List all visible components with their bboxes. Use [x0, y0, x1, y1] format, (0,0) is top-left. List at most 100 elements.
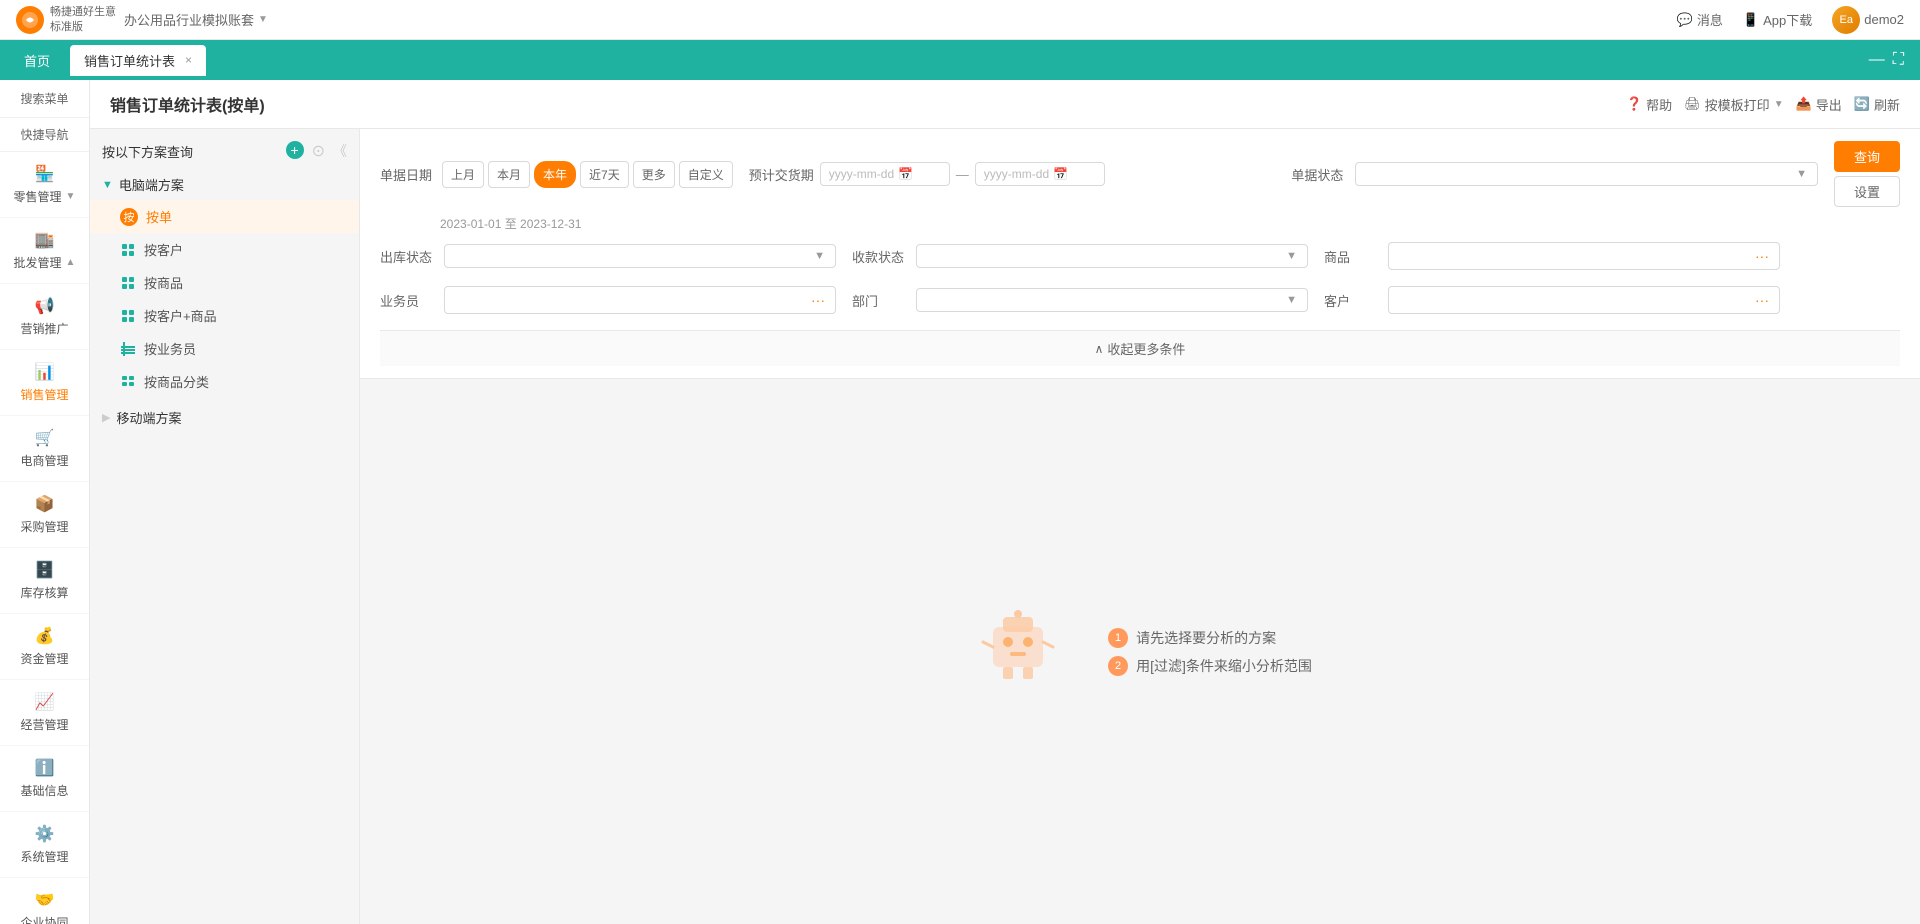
status-select[interactable]: ▼	[1355, 162, 1818, 186]
customer-label: 客户	[1324, 291, 1380, 310]
filter-status-item: 单据状态 ▼	[1291, 162, 1818, 186]
scheme-item-by-customer-goods[interactable]: 按客户+商品	[90, 299, 359, 332]
marketing-label: 营销推广	[20, 320, 68, 337]
date-btn-current[interactable]: 本月	[488, 161, 530, 188]
delivery-status-label: 出库状态	[380, 247, 436, 266]
start-date-input[interactable]: yyyy-mm-dd 📅	[820, 162, 950, 186]
tip-text-2: 用[过滤]条件来缩小分析范围	[1136, 656, 1312, 676]
scheme-item-by-order[interactable]: 按 按单	[90, 200, 359, 233]
query-button[interactable]: 查询	[1834, 141, 1900, 172]
empty-tips: 1 请先选择要分析的方案 2 用[过滤]条件来缩小分析范围	[1108, 628, 1312, 676]
filter-goods-item: 商品 ···	[1324, 242, 1780, 270]
sidebar: 搜索菜单 快捷导航 🏪 零售管理 ▼ 🏬 批发管理 ▲ 📢 营销推广 📊 销售管…	[0, 80, 90, 924]
message-button[interactable]: 💬 消息	[1677, 10, 1723, 29]
export-button[interactable]: 📤 导出	[1796, 95, 1842, 114]
sidebar-item-finance[interactable]: 💰 资金管理	[0, 614, 89, 680]
goods-more-icon[interactable]: ···	[1755, 248, 1769, 264]
date-btn-custom[interactable]: 自定义	[679, 161, 733, 188]
refresh-button[interactable]: 🔄 刷新	[1854, 95, 1900, 114]
sales-label: 销售管理	[20, 386, 68, 403]
empty-tip-2: 2 用[过滤]条件来缩小分析范围	[1108, 656, 1312, 676]
help-button[interactable]: ❓ 帮助	[1626, 95, 1672, 114]
sidebar-item-operations[interactable]: 📈 经营管理	[0, 680, 89, 746]
receipt-status-select[interactable]: ▼	[916, 244, 1308, 268]
active-indicator: 按	[120, 208, 138, 226]
pc-group-header[interactable]: ▼ 电脑端方案	[90, 169, 359, 200]
marketing-icon: 📢	[35, 296, 55, 316]
company-dropdown[interactable]: 办公用品行业模拟账套 ▼	[124, 10, 268, 29]
end-date-input[interactable]: yyyy-mm-dd 📅	[975, 162, 1105, 186]
scheme-item-label-category: 按商品分类	[144, 372, 209, 391]
department-select[interactable]: ▼	[916, 288, 1308, 312]
date-btn-last[interactable]: 上月	[442, 161, 484, 188]
basic-label: 基础信息	[20, 782, 68, 799]
sidebar-item-purchase[interactable]: 📦 采购管理	[0, 482, 89, 548]
department-label: 部门	[852, 291, 908, 310]
filter-department-item: 部门 ▼	[852, 288, 1308, 312]
salesman-input[interactable]: ···	[444, 286, 836, 314]
logo-icon	[16, 6, 44, 34]
goods-input[interactable]: ···	[1388, 242, 1780, 270]
sidebar-item-basic[interactable]: ℹ️ 基础信息	[0, 746, 89, 812]
end-date-placeholder: yyyy-mm-dd	[984, 167, 1049, 181]
wholesale-label: 批发管理	[14, 254, 62, 271]
tab-bar: 首页 销售订单统计表 × — ⛶	[0, 40, 1920, 80]
sidebar-item-retail[interactable]: 🏪 零售管理 ▼	[0, 152, 89, 218]
setting-button[interactable]: 设置	[1834, 176, 1900, 207]
tip-num-2: 2	[1108, 656, 1128, 676]
basic-icon: ℹ️	[35, 758, 55, 778]
empty-tip-1: 1 请先选择要分析的方案	[1108, 628, 1312, 648]
ecommerce-icon: 🛒	[35, 428, 55, 448]
date-btn-year[interactable]: 本年	[534, 161, 576, 188]
collapse-bar[interactable]: ∧ 收起更多条件	[380, 330, 1900, 366]
tab-home[interactable]: 首页	[8, 45, 66, 76]
date-btn-week[interactable]: 近7天	[580, 161, 629, 188]
salesman-more-icon[interactable]: ···	[811, 292, 825, 308]
sidebar-search[interactable]: 搜索菜单	[0, 80, 89, 118]
mobile-group-arrow-icon: ▶	[102, 411, 110, 424]
sidebar-item-marketing[interactable]: 📢 营销推广	[0, 284, 89, 350]
delivery-status-select[interactable]: ▼	[444, 244, 836, 268]
sidebar-item-ecommerce[interactable]: 🛒 电商管理	[0, 416, 89, 482]
print-button[interactable]: 🖨 按模板打印 ▼	[1684, 95, 1783, 114]
window-minimize-icon[interactable]: —	[1869, 51, 1885, 69]
scheme-item-by-customer[interactable]: 按客户	[90, 233, 359, 266]
sidebar-item-inventory[interactable]: 🗄️ 库存核算	[0, 548, 89, 614]
scheme-item-by-salesman[interactable]: 按业务员	[90, 332, 359, 365]
sidebar-item-enterprise[interactable]: 🤝 企业协同	[0, 878, 89, 924]
filter-date-item: 单据日期 上月 本月 本年 近7天 更多 自定义	[380, 161, 733, 188]
scheme-item-label-customer-goods: 按客户+商品	[144, 306, 217, 325]
customer-input[interactable]: ···	[1388, 286, 1780, 314]
tab-close-icon[interactable]: ×	[185, 53, 192, 67]
top-bar-right: 💬 消息 📱 App下载 Ea demo2	[1677, 6, 1904, 34]
tip-num-1: 1	[1108, 628, 1128, 648]
quick-nav-label[interactable]: 快捷导航	[0, 118, 89, 152]
tab-label: 销售订单统计表	[84, 51, 175, 70]
salesman-label: 业务员	[380, 291, 436, 310]
scheme-settings-icon[interactable]: ⊙	[312, 141, 325, 161]
query-buttons: 查询 设置	[1834, 141, 1900, 207]
window-maximize-icon[interactable]: ⛶	[1893, 51, 1904, 69]
date-btn-more[interactable]: 更多	[633, 161, 675, 188]
filter-expected-date-item: 预计交货期 yyyy-mm-dd 📅 — yyyy-mm-dd 📅	[749, 162, 1276, 186]
sidebar-item-wholesale[interactable]: 🏬 批发管理 ▲	[0, 218, 89, 284]
scheme-item-by-goods[interactable]: 按商品	[90, 266, 359, 299]
sidebar-item-sales[interactable]: 📊 销售管理	[0, 350, 89, 416]
sidebar-item-system[interactable]: ⚙️ 系统管理	[0, 812, 89, 878]
scheme-item-by-category[interactable]: 按商品分类	[90, 365, 359, 398]
finance-label: 资金管理	[20, 650, 68, 667]
purchase-icon: 📦	[35, 494, 55, 514]
user-info[interactable]: Ea demo2	[1832, 6, 1904, 34]
date-buttons-group: 上月 本月 本年 近7天 更多 自定义	[442, 161, 733, 188]
collapse-text: 收起更多条件	[1107, 339, 1185, 358]
app-download-button[interactable]: 📱 App下载	[1743, 10, 1812, 29]
filter-receipt-status-item: 收款状态 ▼	[852, 244, 1308, 268]
scheme-collapse-icon[interactable]: 《	[333, 141, 347, 161]
tab-active[interactable]: 销售订单统计表 ×	[70, 45, 206, 76]
scheme-panel: 按以下方案查询 + ⊙ 《 ▼ 电脑端方案 按	[90, 129, 360, 924]
enterprise-icon: 🤝	[35, 890, 55, 910]
scheme-add-icon[interactable]: +	[286, 141, 304, 159]
mobile-group-header[interactable]: ▶ 移动端方案	[90, 402, 359, 433]
customer-more-icon[interactable]: ···	[1755, 292, 1769, 308]
search-menu-label[interactable]: 搜索菜单	[8, 90, 81, 107]
